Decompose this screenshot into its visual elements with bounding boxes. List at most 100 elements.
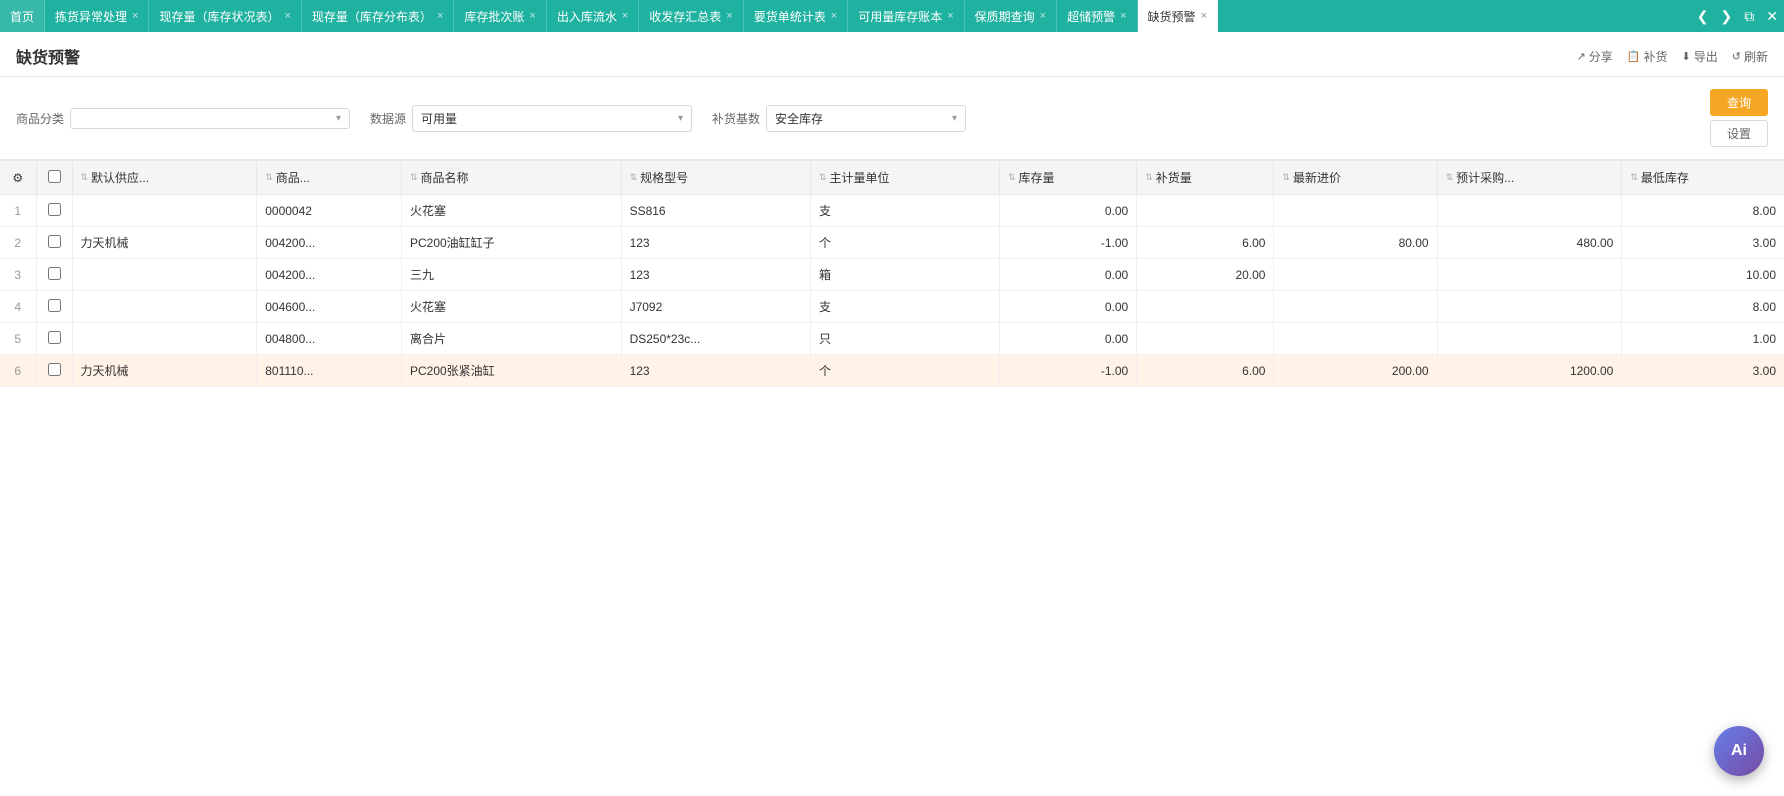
th-code[interactable]: ⇅ 商品...: [257, 161, 402, 195]
row-checkbox[interactable]: [48, 235, 61, 248]
cell-supplier: [72, 259, 257, 291]
cell-name: 离合片: [401, 323, 621, 355]
tab-home[interactable]: 首页: [0, 0, 45, 32]
tab-batch-account[interactable]: 库存批次账 ×: [454, 0, 546, 32]
cell-spec: SS816: [621, 195, 810, 227]
page-header: 缺货预警 ↗ 分享 📋 补货 ⬇ 导出 ↺ 刷新: [0, 32, 1784, 77]
cell-name: 火花塞: [401, 291, 621, 323]
table-row: 3004200...三九123箱0.0020.0010.00: [0, 259, 1784, 291]
restock-icon: 📋: [1627, 50, 1641, 63]
cell-code: 801110...: [257, 355, 402, 387]
tab-overstock[interactable]: 超储预警 ×: [1057, 0, 1137, 32]
row-checkbox[interactable]: [48, 267, 61, 280]
cell-supplier: [72, 195, 257, 227]
refresh-icon: ↺: [1732, 50, 1741, 63]
tab-expiry[interactable]: 保质期查询 ×: [965, 0, 1057, 32]
cell-index: 6: [0, 355, 36, 387]
th-spec[interactable]: ⇅ 规格型号: [621, 161, 810, 195]
th-name[interactable]: ⇅ 商品名称: [401, 161, 621, 195]
tab-overstock-close[interactable]: ×: [1120, 10, 1126, 22]
cell-est-purchase: 480.00: [1437, 227, 1622, 259]
cell-supplier: 力天机械: [72, 227, 257, 259]
sort-minstock-icon: ⇅: [1630, 172, 1638, 183]
tab-close-window-btn[interactable]: ✕: [1760, 0, 1784, 32]
tab-req-stats[interactable]: 要货单统计表 ×: [744, 0, 848, 32]
th-min-stock[interactable]: ⇅ 最低库存: [1622, 161, 1784, 195]
restock-button[interactable]: 📋 补货: [1627, 48, 1668, 65]
sort-unit-icon: ⇅: [819, 172, 827, 183]
cell-stock: -1.00: [1000, 355, 1137, 387]
tab-batch-account-close[interactable]: ×: [529, 10, 535, 22]
tab-recv-summary-close[interactable]: ×: [726, 10, 732, 22]
cell-spec: 123: [621, 259, 810, 291]
th-restock[interactable]: ⇅ 补货量: [1137, 161, 1274, 195]
cell-checkbox: [36, 291, 72, 323]
tab-abnormal-close[interactable]: ×: [132, 10, 138, 22]
tab-avail-ledger[interactable]: 可用量库存账本 ×: [848, 0, 964, 32]
th-gear[interactable]: ⚙: [0, 161, 36, 195]
row-checkbox[interactable]: [48, 331, 61, 344]
tab-req-stats-close[interactable]: ×: [831, 10, 837, 22]
tab-recv-summary[interactable]: 收发存汇总表 ×: [639, 0, 743, 32]
tab-expiry-close[interactable]: ×: [1040, 10, 1046, 22]
tab-prev-btn[interactable]: ❮: [1691, 0, 1715, 32]
restock-base-select[interactable]: 安全库存 ▾: [766, 105, 966, 132]
datasource-select[interactable]: 可用量 ▾: [412, 105, 692, 132]
cell-stock: 0.00: [1000, 259, 1137, 291]
sort-code-icon: ⇅: [265, 172, 273, 183]
tab-shortage-close[interactable]: ×: [1201, 10, 1207, 22]
th-est-purchase[interactable]: ⇅ 预计采购...: [1437, 161, 1622, 195]
refresh-button[interactable]: ↺ 刷新: [1732, 48, 1768, 65]
datasource-filter-group: 数据源 可用量 ▾: [370, 105, 692, 132]
table-container: ⚙ ⇅ 默认供应... ⇅ 商品...: [0, 160, 1784, 387]
export-button[interactable]: ⬇ 导出: [1682, 48, 1718, 65]
th-supplier[interactable]: ⇅ 默认供应...: [72, 161, 257, 195]
tab-stock-dist-close[interactable]: ×: [437, 10, 443, 22]
select-all-checkbox[interactable]: [48, 170, 61, 183]
tab-stock-status[interactable]: 现存量（库存状况表） ×: [149, 0, 301, 32]
tab-overstock-label: 超储预警: [1067, 8, 1115, 25]
tab-inout-flow[interactable]: 出入库流水 ×: [547, 0, 639, 32]
cell-est-purchase: [1437, 291, 1622, 323]
tab-avail-ledger-close[interactable]: ×: [947, 10, 953, 22]
row-checkbox[interactable]: [48, 203, 61, 216]
cell-unit: 个: [810, 355, 999, 387]
cell-supplier: [72, 291, 257, 323]
th-unit[interactable]: ⇅ 主计量单位: [810, 161, 999, 195]
th-latest-price[interactable]: ⇅ 最新进价: [1274, 161, 1437, 195]
cell-index: 2: [0, 227, 36, 259]
tab-abnormal[interactable]: 拣货异常处理 ×: [45, 0, 149, 32]
ai-badge[interactable]: Ai: [1714, 726, 1764, 776]
tab-prev-icon: ❮: [1697, 8, 1709, 25]
cell-spec: 123: [621, 355, 810, 387]
table-row: 6力天机械801110...PC200张紧油缸123个-1.006.00200.…: [0, 355, 1784, 387]
th-checkbox[interactable]: [36, 161, 72, 195]
cell-min-stock: 10.00: [1622, 259, 1784, 291]
share-label: 分享: [1589, 48, 1613, 65]
cell-stock: 0.00: [1000, 195, 1137, 227]
export-icon: ⬇: [1682, 50, 1691, 63]
cell-restock: [1137, 323, 1274, 355]
settings-button[interactable]: 设置: [1710, 120, 1768, 147]
tab-stock-status-close[interactable]: ×: [284, 10, 290, 22]
sort-stock-icon: ⇅: [1008, 172, 1016, 183]
cell-name: PC200张紧油缸: [401, 355, 621, 387]
restock-base-chevron-icon: ▾: [952, 113, 957, 124]
tab-next-icon: ❯: [1721, 8, 1733, 25]
th-stock[interactable]: ⇅ 库存量: [1000, 161, 1137, 195]
tab-shortage-label: 缺货预警: [1148, 8, 1196, 25]
cell-est-purchase: [1437, 259, 1622, 291]
export-label: 导出: [1694, 48, 1718, 65]
category-select[interactable]: ▾: [70, 108, 350, 129]
tab-inout-flow-label: 出入库流水: [557, 8, 617, 25]
row-checkbox[interactable]: [48, 299, 61, 312]
tab-stock-dist[interactable]: 现存量（库存分布表） ×: [302, 0, 454, 32]
row-checkbox[interactable]: [48, 363, 61, 376]
tab-restore-btn[interactable]: ⧉: [1738, 0, 1760, 32]
share-button[interactable]: ↗ 分享: [1577, 48, 1613, 65]
tab-stock-dist-label: 现存量（库存分布表）: [312, 8, 432, 25]
tab-next-btn[interactable]: ❯: [1715, 0, 1739, 32]
query-button[interactable]: 查询: [1710, 89, 1768, 116]
tab-inout-flow-close[interactable]: ×: [622, 10, 628, 22]
tab-shortage[interactable]: 缺货预警 ×: [1138, 0, 1218, 32]
